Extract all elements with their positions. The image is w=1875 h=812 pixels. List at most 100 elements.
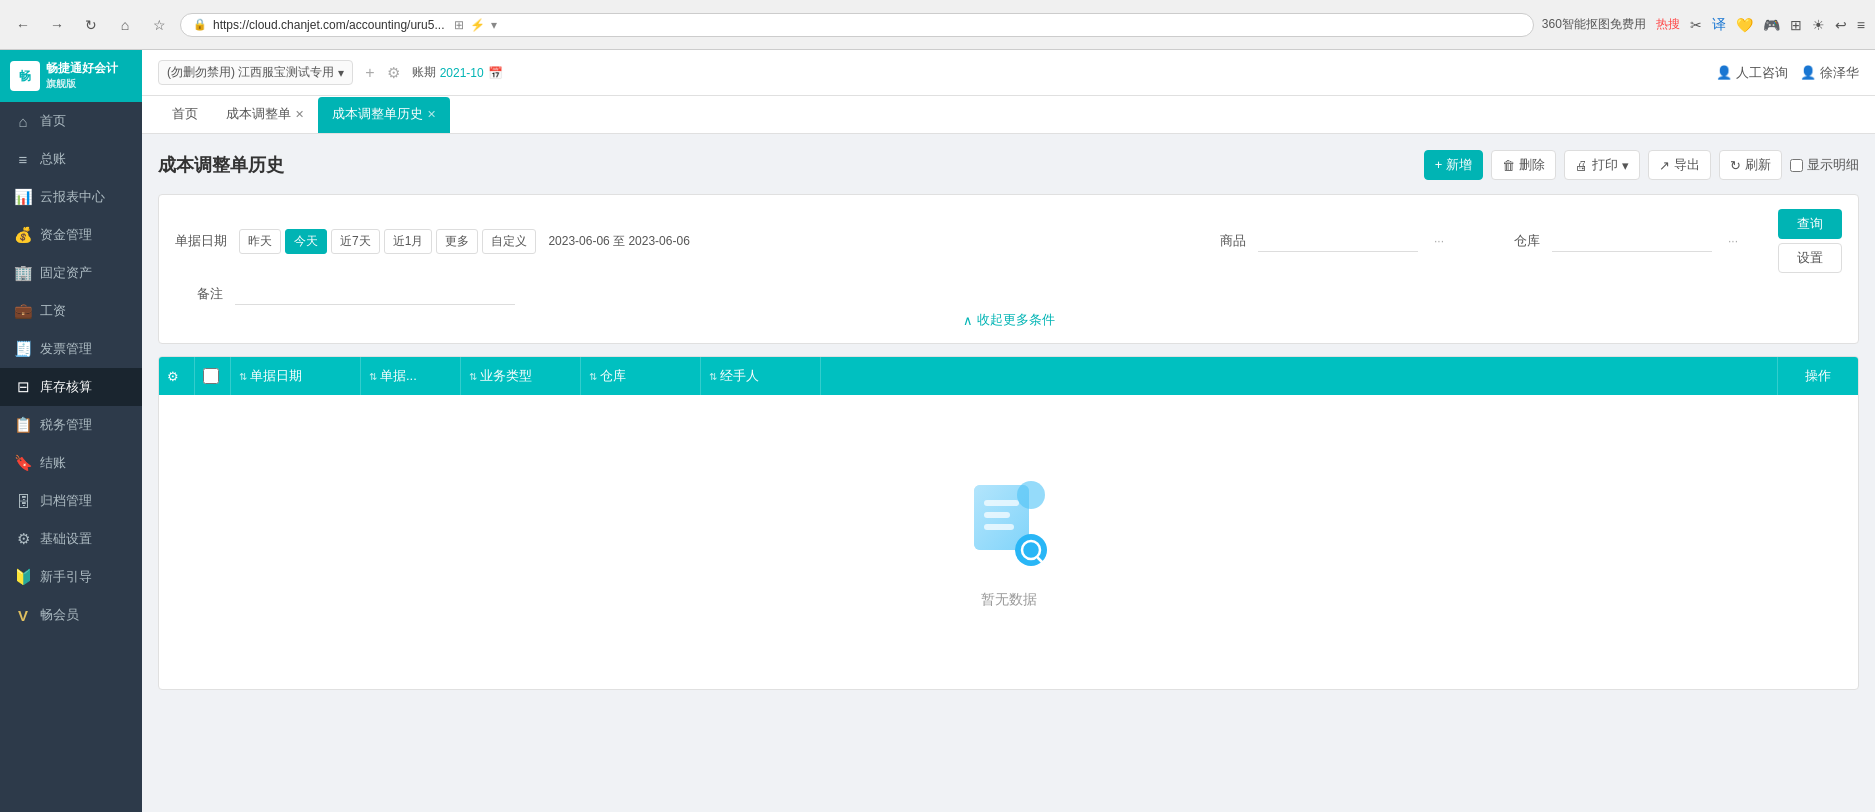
tab-cost-adjust-history[interactable]: 成本调整单历史 ✕ xyxy=(318,97,450,133)
tab-bar: 首页 成本调整单 ✕ 成本调整单历史 ✕ xyxy=(142,96,1875,134)
th-settings[interactable]: ⚙ xyxy=(159,357,195,395)
delete-btn-label: 删除 xyxy=(1519,156,1545,174)
sidebar-item-archive-label: 归档管理 xyxy=(40,492,92,510)
home-button[interactable]: ⌂ xyxy=(112,12,138,38)
select-all-checkbox[interactable] xyxy=(203,368,219,384)
bookmark-button[interactable]: ☆ xyxy=(146,12,172,38)
browser-grid-icon: ⊞ xyxy=(454,18,464,32)
calendar-icon[interactable]: 📅 xyxy=(488,66,503,80)
back-button[interactable]: ← xyxy=(10,12,36,38)
reports-icon: 📊 xyxy=(14,188,32,206)
svg-rect-3 xyxy=(984,512,1010,518)
export-btn[interactable]: ↗ 导出 xyxy=(1648,150,1711,180)
goods-input[interactable] xyxy=(1258,230,1418,252)
sidebar-item-tax[interactable]: 📋 税务管理 xyxy=(0,406,142,444)
warehouse-input-wrap xyxy=(1552,230,1712,252)
user-profile-btn[interactable]: 👤 徐泽华 xyxy=(1800,64,1859,82)
menu-icon[interactable]: ≡ xyxy=(1857,17,1865,33)
reload-button[interactable]: ↻ xyxy=(78,12,104,38)
app-container: 畅 畅捷通好会计 旗舰版 ⌂ 首页 ≡ 总账 📊 云报表中心 💰 资金管理 xyxy=(0,50,1875,812)
date-btn-yesterday[interactable]: 昨天 xyxy=(239,229,281,254)
grid-icon: ⊞ xyxy=(1790,17,1802,33)
sidebar-item-archive[interactable]: 🗄 归档管理 xyxy=(0,482,142,520)
date-btn-7days[interactable]: 近7天 xyxy=(331,229,380,254)
browser-dropdown-icon[interactable]: ▾ xyxy=(491,18,497,32)
settings-cog-icon[interactable]: ⚙ xyxy=(387,64,400,82)
sidebar-item-funds[interactable]: 💰 资金管理 xyxy=(0,216,142,254)
inventory-icon: ⊟ xyxy=(14,378,32,396)
export-icon: ↗ xyxy=(1659,158,1670,173)
guide-icon: 🔰 xyxy=(14,568,32,586)
period-value: 2021-10 xyxy=(440,66,484,80)
th-biz-type[interactable]: ⇅ 业务类型 xyxy=(461,357,581,395)
tab-cost-adjust[interactable]: 成本调整单 ✕ xyxy=(212,97,318,133)
date-btn-1month[interactable]: 近1月 xyxy=(384,229,433,254)
goods-ellipsis[interactable]: ··· xyxy=(1430,234,1448,248)
forward-button[interactable]: → xyxy=(44,12,70,38)
scissors-icon: ✂ xyxy=(1690,17,1702,33)
remark-input[interactable] xyxy=(235,283,515,305)
delete-btn[interactable]: 🗑 删除 xyxy=(1491,150,1556,180)
th-number[interactable]: ⇅ 单据... xyxy=(361,357,461,395)
user-avatar-icon: 👤 xyxy=(1800,65,1816,80)
warehouse-ellipsis[interactable]: ··· xyxy=(1724,234,1742,248)
th-checkbox[interactable] xyxy=(195,357,231,395)
th-warehouse[interactable]: ⇅ 仓库 xyxy=(581,357,701,395)
sidebar-item-settings[interactable]: ⚙ 基础设置 xyxy=(0,520,142,558)
sidebar-item-ledger[interactable]: ≡ 总账 xyxy=(0,140,142,178)
user-service-btn[interactable]: 👤 人工咨询 xyxy=(1716,64,1788,82)
tab-cost-adjust-history-close[interactable]: ✕ xyxy=(427,108,436,121)
print-btn-label: 打印 xyxy=(1592,156,1618,174)
sidebar-item-member-label: 畅会员 xyxy=(40,606,79,624)
browser-chrome: ← → ↻ ⌂ ☆ 🔒 https://cloud.chanjet.com/ac… xyxy=(0,0,1875,50)
date-btn-today[interactable]: 今天 xyxy=(285,229,327,254)
query-btn[interactable]: 查询 xyxy=(1778,209,1842,239)
th-actions: 操作 xyxy=(1778,357,1858,395)
ledger-icon: ≡ xyxy=(14,151,32,168)
sidebar-item-salary-label: 工资 xyxy=(40,302,66,320)
show-cols-checkbox[interactable] xyxy=(1790,159,1803,172)
sidebar-item-fixed-assets[interactable]: 🏢 固定资产 xyxy=(0,254,142,292)
new-btn[interactable]: + 新增 xyxy=(1424,150,1483,180)
company-selector[interactable]: (勿删勿禁用) 江西服宝测试专用 ▾ xyxy=(158,60,353,85)
browser-lightning-icon: ⚡ xyxy=(470,18,485,32)
sidebar-item-invoices[interactable]: 🧾 发票管理 xyxy=(0,330,142,368)
salary-icon: 💼 xyxy=(14,302,32,320)
sidebar-item-inventory[interactable]: ⊟ 库存核算 xyxy=(0,368,142,406)
period-info: 账期 2021-10 📅 xyxy=(412,64,503,81)
sidebar-item-reports[interactable]: 📊 云报表中心 xyxy=(0,178,142,216)
show-cols-text: 显示明细 xyxy=(1807,156,1859,174)
address-bar[interactable]: 🔒 https://cloud.chanjet.com/accounting/u… xyxy=(180,13,1534,37)
date-btn-custom[interactable]: 自定义 xyxy=(482,229,536,254)
sidebar-item-closing[interactable]: 🔖 结账 xyxy=(0,444,142,482)
setting-btn[interactable]: 设置 xyxy=(1778,243,1842,273)
collapse-row: ∧ 收起更多条件 xyxy=(175,305,1842,329)
sidebar-item-salary[interactable]: 💼 工资 xyxy=(0,292,142,330)
empty-state: 暂无数据 xyxy=(159,395,1858,689)
member-icon: V xyxy=(14,607,32,624)
date-btn-more[interactable]: 更多 xyxy=(436,229,478,254)
th-spacer xyxy=(821,357,1778,395)
top-bar-right: 👤 人工咨询 👤 徐泽华 xyxy=(1716,64,1859,82)
refresh-btn[interactable]: ↻ 刷新 xyxy=(1719,150,1782,180)
sidebar-item-guide[interactable]: 🔰 新手引导 xyxy=(0,558,142,596)
warehouse-input[interactable] xyxy=(1552,230,1712,252)
ssl-lock-icon: 🔒 xyxy=(193,18,207,31)
print-btn[interactable]: 🖨 打印 ▾ xyxy=(1564,150,1640,180)
sidebar-logo: 畅 畅捷通好会计 旗舰版 xyxy=(0,50,142,102)
tab-home[interactable]: 首页 xyxy=(158,97,212,133)
date-filter-label: 单据日期 xyxy=(175,232,227,250)
show-cols-label[interactable]: 显示明细 xyxy=(1790,156,1859,174)
remark-input-wrap xyxy=(235,283,515,305)
th-date[interactable]: ⇅ 单据日期 xyxy=(231,357,361,395)
th-handler[interactable]: ⇅ 经手人 xyxy=(701,357,821,395)
main-area: (勿删勿禁用) 江西服宝测试专用 ▾ + ⚙ 账期 2021-10 📅 👤 人工… xyxy=(142,50,1875,812)
headset-icon: 👤 xyxy=(1716,65,1732,80)
tab-cost-adjust-close[interactable]: ✕ xyxy=(295,108,304,121)
sidebar-item-home[interactable]: ⌂ 首页 xyxy=(0,102,142,140)
sidebar-item-member[interactable]: V 畅会员 xyxy=(0,596,142,634)
collapse-btn[interactable]: ∧ 收起更多条件 xyxy=(963,311,1055,329)
funds-icon: 💰 xyxy=(14,226,32,244)
sidebar-menu: ⌂ 首页 ≡ 总账 📊 云报表中心 💰 资金管理 🏢 固定资产 💼 工资 xyxy=(0,102,142,812)
add-icon[interactable]: + xyxy=(365,64,374,82)
